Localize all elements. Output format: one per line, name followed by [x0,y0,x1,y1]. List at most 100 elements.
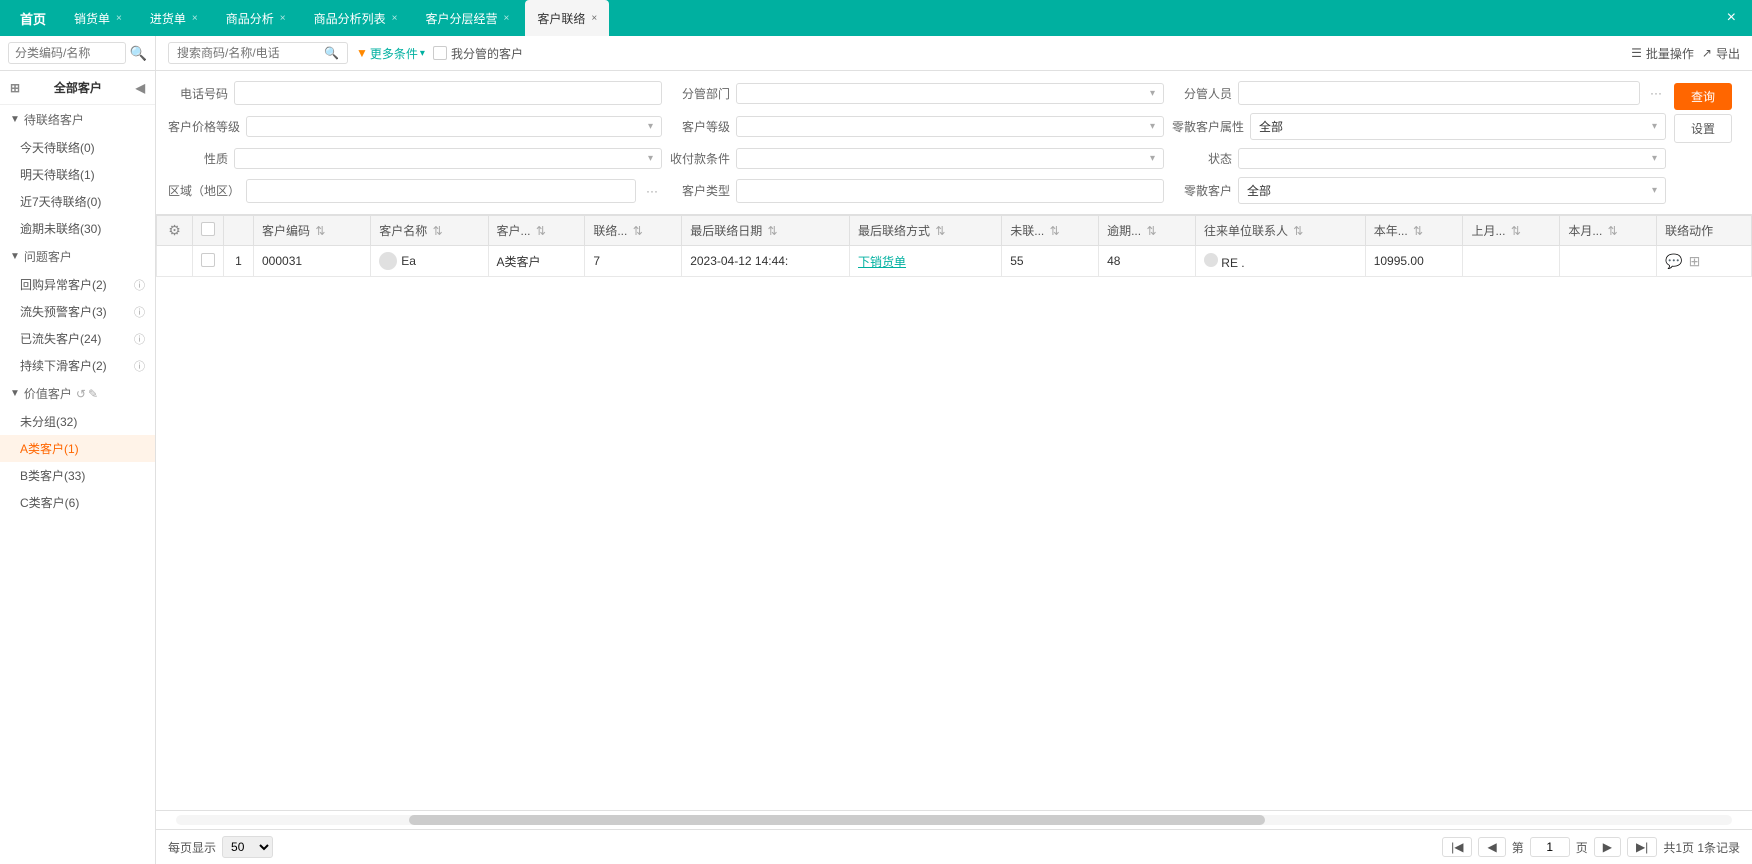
nav-sales-order[interactable]: 销货单 × [62,0,134,36]
nav-home[interactable]: 首页 [8,0,58,36]
query-button[interactable]: 查询 [1674,83,1732,110]
area-input[interactable] [246,179,636,203]
sidebar-collapse-icon[interactable]: ◀ [136,81,145,95]
filter-cell-area: 区域（地区） ··· [168,179,662,203]
th-no-contact[interactable]: 未联... ⇅ [1002,216,1099,246]
nav-close-purchase[interactable]: × [192,13,198,24]
batch-ops-button[interactable]: ☰ 批量操作 [1631,45,1694,62]
sidebar-group-pending-title[interactable]: ▼ 待联络客户 [0,105,155,134]
sidebar-item-unclassified[interactable]: 未分组(32) [0,408,155,435]
customer-level-select[interactable]: ▾ [736,116,1164,137]
page-number-input[interactable] [1530,837,1570,857]
per-page-select[interactable]: 50 100 200 [222,836,273,858]
sidebar-search-icon[interactable]: 🔍 [130,45,147,62]
settings-gear-icon[interactable]: ⚙ [168,222,181,238]
message-icon[interactable]: 💬 [1665,253,1682,270]
th-this-year[interactable]: 本年... ⇅ [1365,216,1463,246]
customer-type-input[interactable] [736,179,1164,203]
scrollbar-track[interactable] [176,815,1732,825]
td-last-way[interactable]: 下销货单 [850,246,1002,277]
sidebar-group-problem-title[interactable]: ▼ 问题客户 [0,242,155,271]
nav-product-analysis-list[interactable]: 商品分析列表 × [302,0,410,36]
sidebar-item-class-c[interactable]: C类客户(6) [0,489,155,516]
th-last-way[interactable]: 最后联络方式 ⇅ [850,216,1002,246]
edit-icon[interactable]: ✎ [88,387,98,401]
retail-attr-label: 零散客户属性 [1172,118,1244,135]
person-input[interactable] [1238,81,1640,105]
filter-row-4: 区域（地区） ··· 客户类型 零散客户 全部 ▾ [168,177,1666,204]
nav-close-customer-contact[interactable]: × [591,13,597,24]
sidebar-search-input[interactable] [8,42,126,64]
filter-search-icon[interactable]: 🔍 [324,46,339,60]
sidebar-item-declining[interactable]: 持续下滑客户(2) ⓘ [0,352,155,379]
th-this-month[interactable]: 本月... ⇅ [1560,216,1657,246]
window-close-button[interactable]: × [1719,9,1744,27]
nav-close-customer-tier[interactable]: × [503,13,509,24]
export-icon: ↗ [1702,46,1712,60]
horizontal-scrollbar[interactable] [156,810,1752,829]
select-all-checkbox[interactable] [201,222,215,236]
group-label: 待联络客户 [24,111,84,128]
sidebar-item-tomorrow-contact[interactable]: 明天待联络(1) [0,161,155,188]
refresh-icon[interactable]: ↺ [76,387,86,401]
th-last-month[interactable]: 上月... ⇅ [1463,216,1560,246]
price-level-select[interactable]: ▾ [246,116,662,137]
filter-search-input[interactable] [177,46,324,60]
more-conditions-button[interactable]: ▼ 更多条件 ▾ [356,45,425,62]
first-page-button[interactable]: |◀ [1442,837,1472,857]
arrow-icon: ▼ [10,114,20,125]
th-code[interactable]: 客户编码 ⇅ [254,216,371,246]
sidebar-item-today-contact[interactable]: 今天待联络(0) [0,134,155,161]
nav-close-sales[interactable]: × [116,13,122,24]
sidebar-item-churned[interactable]: 已流失客户(24) ⓘ [0,325,155,352]
nav-product-analysis[interactable]: 商品分析 × [214,0,298,36]
td-checkbox[interactable] [193,246,224,277]
th-overdue[interactable]: 逾期... ⇅ [1099,216,1196,246]
th-type[interactable]: 客户... ⇅ [488,216,585,246]
prev-page-button[interactable]: ◀ [1478,837,1505,857]
payment-select[interactable]: ▾ [736,148,1164,169]
sidebar-group-value-title[interactable]: ▼ 价值客户 ↺ ✎ [0,379,155,408]
th-contacts[interactable]: 联络... ⇅ [585,216,682,246]
sidebar-item-7days-contact[interactable]: 近7天待联络(0) [0,188,155,215]
nature-select[interactable]: ▾ [234,148,662,169]
nav-close-product-list[interactable]: × [392,13,398,24]
group-label: 问题客户 [24,248,72,265]
qr-icon[interactable]: ⊞ [1689,253,1701,270]
nav-purchase-order[interactable]: 进货单 × [138,0,210,36]
nav-customer-contact[interactable]: 客户联络 × [525,0,609,36]
checkbox-icon[interactable] [433,46,447,60]
status-select[interactable]: ▾ [1238,148,1666,169]
dept-select[interactable]: ▾ [736,83,1164,104]
my-customers-checkbox[interactable]: 我分管的客户 [433,45,523,62]
grid-icon: ⊞ [10,81,20,95]
sidebar-item-repurchase-anomaly[interactable]: 回购异常客户(2) ⓘ [0,271,155,298]
more-icon[interactable]: ··· [1646,86,1666,100]
sort-icon: ⇅ [433,224,443,238]
th-last-date[interactable]: 最后联络日期 ⇅ [682,216,850,246]
sidebar-item-churn-warning[interactable]: 流失预警客户(3) ⓘ [0,298,155,325]
th-settings[interactable]: ⚙ [157,216,193,246]
chevron-down-icon: ▾ [1652,121,1657,132]
last-page-button[interactable]: ▶| [1627,837,1657,857]
settings-button[interactable]: 设置 [1674,114,1732,143]
sidebar-item-class-b[interactable]: B类客户(33) [0,462,155,489]
nav-close-product[interactable]: × [280,13,286,24]
td-this-month [1560,246,1657,277]
nav-customer-tier[interactable]: 客户分层经营 × [413,0,521,36]
retail-attr-select[interactable]: 全部 ▾ [1250,113,1666,140]
th-checkbox[interactable] [193,216,224,246]
sidebar-item-overdue-contact[interactable]: 逾期未联络(30) [0,215,155,242]
chevron-down-icon: ▾ [1150,88,1155,99]
phone-input[interactable] [234,81,662,105]
sidebar-item-class-a[interactable]: A类客户(1) [0,435,155,462]
th-contact-action: 联络动作 [1657,216,1752,246]
row-checkbox[interactable] [201,253,215,267]
scrollbar-thumb[interactable] [409,815,1265,825]
more-icon[interactable]: ··· [642,184,662,198]
th-name[interactable]: 客户名称 ⇅ [371,216,488,246]
export-button[interactable]: ↗ 导出 [1702,45,1740,62]
next-page-button[interactable]: ▶ [1594,837,1621,857]
retail-customer-select[interactable]: 全部 ▾ [1238,177,1666,204]
th-company-contact[interactable]: 往来单位联系人 ⇅ [1195,216,1365,246]
